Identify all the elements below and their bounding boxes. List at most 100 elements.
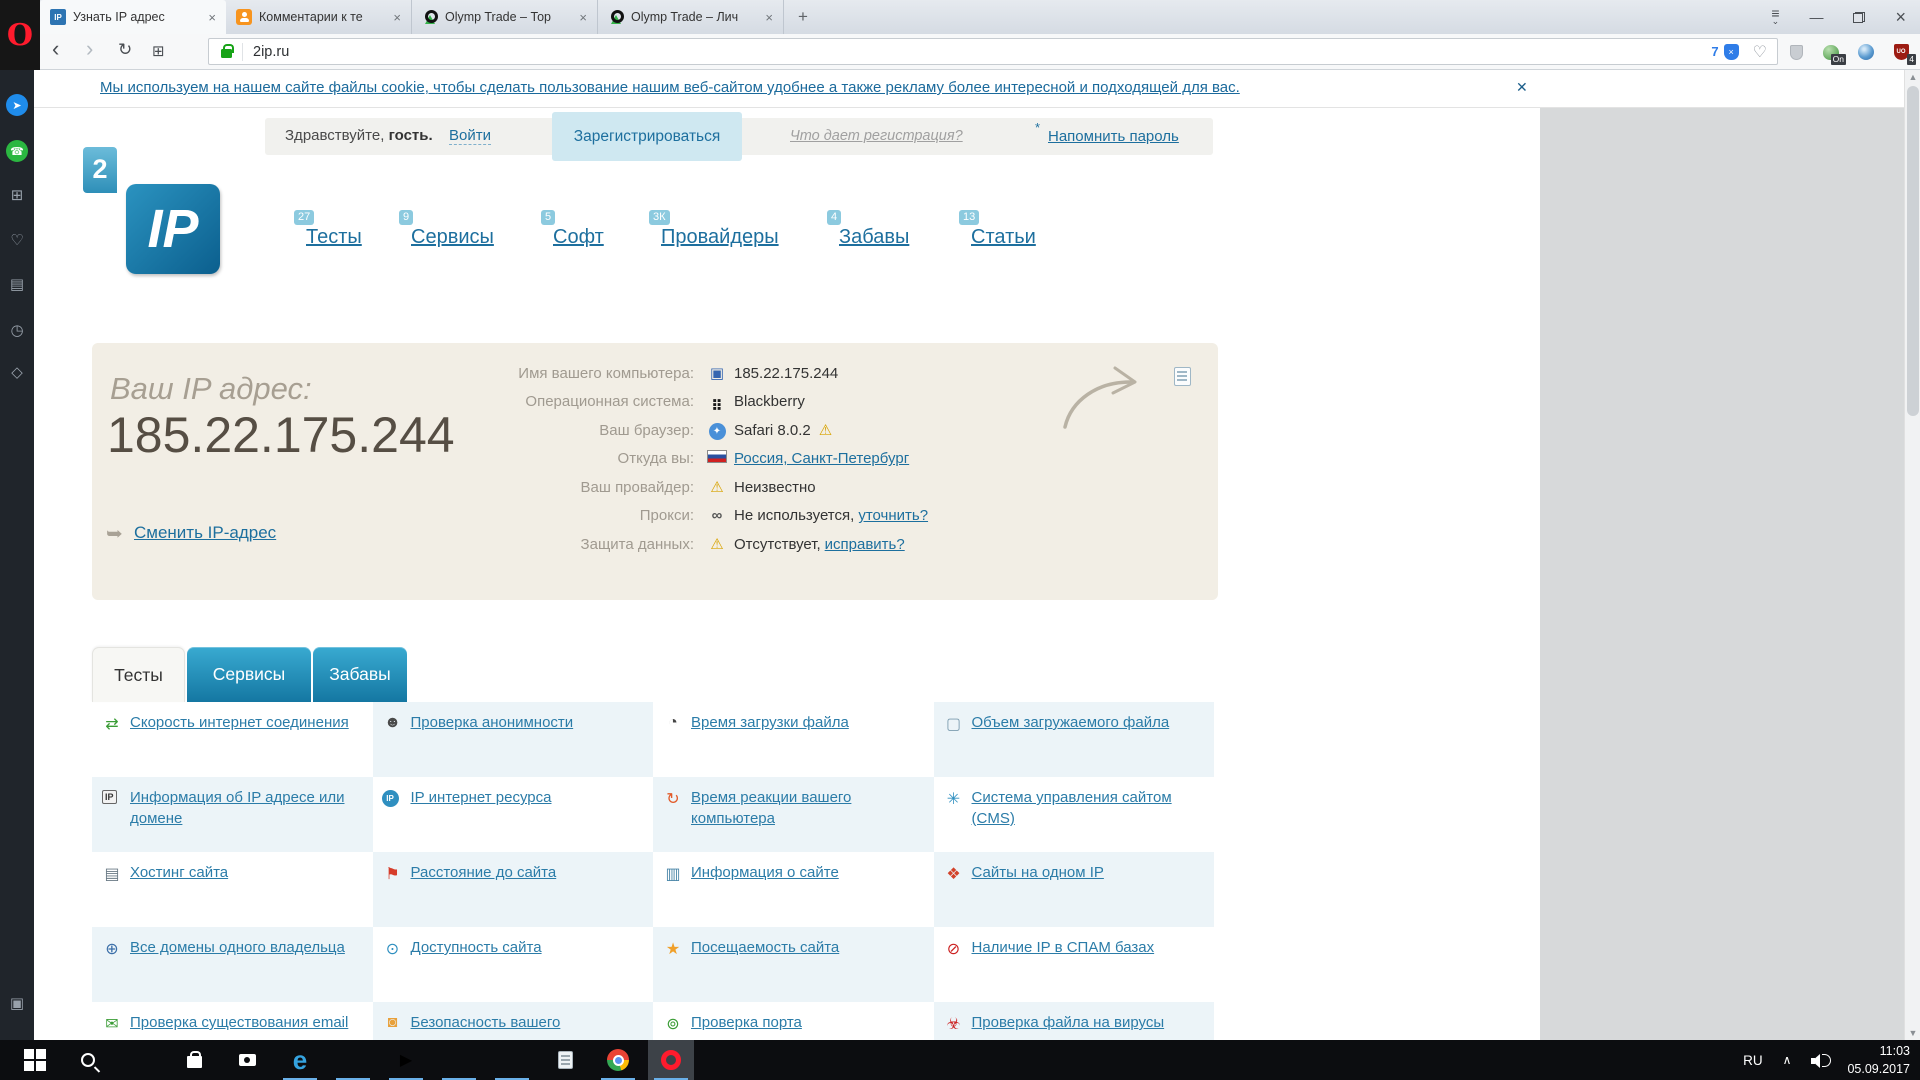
cookie-notice-link[interactable]: Мы используем на нашем сайте файлы cooki… <box>100 79 1240 96</box>
tray-chevron-icon[interactable]: ∧ <box>1783 1053 1792 1067</box>
test-link[interactable]: Посещаемость сайта <box>691 939 839 956</box>
nav-item-провайдеры[interactable]: 3К Провайдеры <box>649 210 779 249</box>
https-lock-icon[interactable] <box>221 44 234 58</box>
nav-link-label[interactable]: Забавы <box>839 226 909 248</box>
registration-info-link[interactable]: Что дает регистрация? <box>790 128 963 144</box>
test-link[interactable]: Время загрузки файла <box>691 714 849 731</box>
scroll-down-icon[interactable]: ▼ <box>1905 1028 1920 1038</box>
taskbar-nordvpn[interactable] <box>436 1040 482 1080</box>
speed-dial-icon[interactable]: ⊞ <box>152 42 165 60</box>
new-tab-button[interactable]: + <box>790 5 816 29</box>
taskbar-notepad[interactable] <box>542 1040 588 1080</box>
cookie-close-icon[interactable]: ✕ <box>1516 79 1528 96</box>
bookmark-heart-icon[interactable]: ♡ <box>1753 42 1767 62</box>
site-logo[interactable]: IP <box>126 184 220 274</box>
whatsapp-icon[interactable]: ☎ <box>0 140 34 162</box>
taskbar-chrome[interactable] <box>595 1040 641 1080</box>
history-icon[interactable]: ◷ <box>0 321 34 339</box>
test-link[interactable]: Доступность сайта <box>411 939 542 956</box>
nav-link-label[interactable]: Сервисы <box>411 226 494 248</box>
settings-icon[interactable]: ▣ <box>0 994 34 1012</box>
clock[interactable]: 11:03 05.09.2017 <box>1847 1042 1910 1078</box>
scrollbar-thumb[interactable] <box>1907 86 1919 416</box>
url-text[interactable]: 2ip.ru <box>253 44 1711 60</box>
maximize-button[interactable] <box>1853 11 1866 23</box>
nav-link-label[interactable]: Тесты <box>306 226 362 248</box>
test-link[interactable]: Проверка анонимности <box>411 714 574 731</box>
nav-link-label[interactable]: Софт <box>553 226 604 248</box>
language-indicator[interactable]: RU <box>1743 1053 1763 1068</box>
test-link[interactable]: Расстояние до сайта <box>411 864 557 881</box>
taskbar-globe-app[interactable] <box>489 1040 535 1080</box>
test-link[interactable]: Время реакции вашего компьютера <box>691 789 851 827</box>
taskbar-start[interactable] <box>12 1040 58 1080</box>
opera-menu-button[interactable]: O <box>0 0 40 70</box>
ublock-extension-icon[interactable]: UO 4 <box>1892 43 1916 65</box>
taskbar-edge[interactable]: e <box>277 1040 323 1080</box>
register-button[interactable]: Зарегистрироваться <box>552 112 742 161</box>
taskbar-opera[interactable] <box>648 1040 694 1080</box>
browser-tab[interactable]: IP Узнать IP адрес × <box>40 0 226 34</box>
remind-password-link[interactable]: Напомнить пароль <box>1048 128 1179 145</box>
taskbar-store[interactable] <box>171 1040 217 1080</box>
nav-item-статьи[interactable]: 13 Статьи <box>959 210 1036 249</box>
taskbar-camera[interactable] <box>224 1040 270 1080</box>
nav-item-сервисы[interactable]: 9 Сервисы <box>399 210 494 249</box>
test-link[interactable]: Информация о сайте <box>691 864 839 881</box>
ip-row-link[interactable]: исправить? <box>825 536 905 553</box>
nav-item-забавы[interactable]: 4 Забавы <box>827 210 909 249</box>
tab-close-icon[interactable]: × <box>389 10 405 25</box>
vpn-extension-icon[interactable]: On <box>1822 43 1846 65</box>
test-link[interactable]: Объем загружаемого файла <box>972 714 1170 731</box>
browser-tab[interactable]: Olymp Trade – Лич × <box>598 0 784 34</box>
ip-row-link[interactable]: уточнить? <box>858 507 928 524</box>
change-ip-link[interactable]: Сменить IP-адрес <box>134 523 276 543</box>
test-link[interactable]: Все домены одного владельца <box>130 939 345 956</box>
tab-close-icon[interactable]: × <box>575 10 591 25</box>
back-icon[interactable]: ‹ <box>52 36 59 62</box>
test-link[interactable]: Хостинг сайта <box>130 864 228 881</box>
taskbar-search[interactable] <box>65 1040 111 1080</box>
test-link[interactable]: Безопасность вашего компьютера <box>411 1014 561 1040</box>
tab-close-icon[interactable]: × <box>204 10 220 25</box>
login-link[interactable]: Войти <box>449 127 491 145</box>
taskbar-explorer[interactable] <box>330 1040 376 1080</box>
taskbar-media-player[interactable]: ▶ <box>383 1040 429 1080</box>
taskbar-task-view[interactable] <box>118 1040 164 1080</box>
test-link[interactable]: Система управления сайтом (CMS) <box>972 789 1172 827</box>
nav-link-label[interactable]: Провайдеры <box>661 226 779 248</box>
address-input[interactable]: 2ip.ru 7 × ♡ <box>208 38 1778 65</box>
ip-row-link[interactable]: Россия, Санкт-Петербург <box>734 450 909 467</box>
test-link[interactable]: Проверка существования email <box>130 1014 348 1031</box>
extensions-icon[interactable]: ◇ <box>0 363 34 381</box>
forward-icon[interactable]: › <box>86 36 93 62</box>
nav-item-тесты[interactable]: 27 Тесты <box>294 210 362 249</box>
test-link[interactable]: Сайты на одном IP <box>972 864 1104 881</box>
browser-tab[interactable]: Комментарии к те × <box>226 0 412 34</box>
test-link[interactable]: Наличие IP в СПАМ базах <box>972 939 1155 956</box>
copy-info-icon[interactable] <box>1174 364 1195 386</box>
reload-icon[interactable]: ↻ <box>118 40 132 60</box>
personal-news-icon[interactable]: ▤ <box>0 275 34 293</box>
test-link[interactable]: Скорость интернет соединения <box>130 714 349 731</box>
nav-link-label[interactable]: Статьи <box>971 226 1036 248</box>
tests-tab-тесты[interactable]: Тесты <box>92 647 185 702</box>
test-link[interactable]: Информация об IP адресе или домене <box>130 789 344 827</box>
close-button[interactable]: × <box>1895 7 1906 28</box>
bookmarks-icon[interactable]: ♡ <box>0 231 34 249</box>
test-link[interactable]: IP интернет ресурса <box>411 789 552 806</box>
messenger-icon[interactable]: ➤ <box>0 94 34 116</box>
minimize-button[interactable]: — <box>1809 9 1823 25</box>
test-link[interactable]: Проверка порта <box>691 1014 802 1031</box>
speaker-icon[interactable] <box>1811 1053 1832 1068</box>
logo-2-badge[interactable]: 2 <box>83 147 117 193</box>
tests-tab-забавы[interactable]: Забавы <box>313 647 407 702</box>
globe-extension-icon[interactable] <box>1857 43 1875 61</box>
tests-tab-сервисы[interactable]: Сервисы <box>187 647 311 702</box>
speed-dial-icon[interactable]: ⊞ <box>0 186 34 204</box>
shield-extension-icon[interactable] <box>1787 43 1805 61</box>
tab-close-icon[interactable]: × <box>761 10 777 25</box>
adblock-shield-icon[interactable]: × <box>1723 43 1739 60</box>
test-link[interactable]: Проверка файла на вирусы <box>972 1014 1165 1031</box>
browser-tab[interactable]: Olymp Trade – Тор × <box>412 0 598 34</box>
